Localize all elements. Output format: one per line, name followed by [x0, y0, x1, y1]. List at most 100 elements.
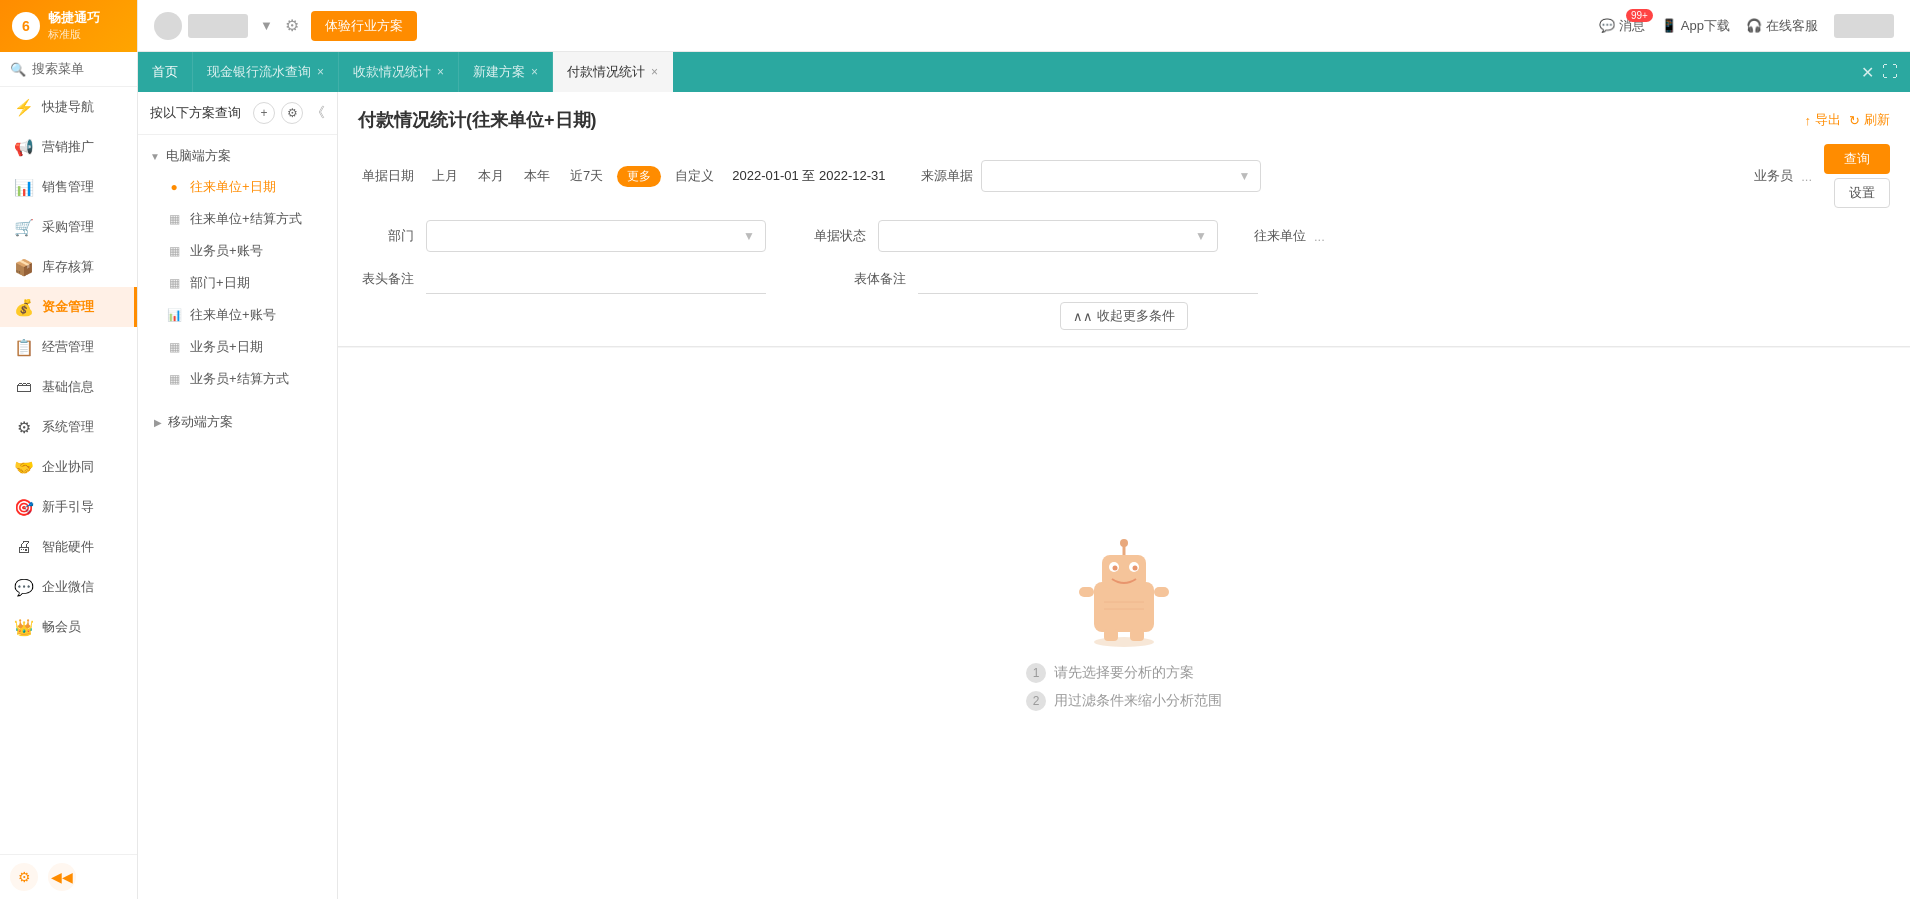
sidebar-item-cooperation[interactable]: 🤝 企业协同 — [0, 447, 137, 487]
salesperson-filter-group: 业务员 ... — [1737, 167, 1812, 185]
scheme-item-icon-table: ▦ — [166, 211, 182, 227]
svg-rect-12 — [1130, 629, 1144, 641]
export-btn[interactable]: ↑ 导出 — [1805, 111, 1842, 129]
topbar-dropdown-icon[interactable]: ▼ — [260, 18, 273, 33]
tab-new-scheme-close[interactable]: × — [531, 66, 538, 78]
source-select[interactable]: ▼ — [981, 160, 1261, 192]
scheme-item-partner-date[interactable]: ● 往来单位+日期 — [138, 171, 337, 203]
tab-cash-flow-close[interactable]: × — [317, 66, 324, 78]
sidebar-item-label: 企业微信 — [42, 578, 94, 596]
order-status-select[interactable]: ▼ — [878, 220, 1218, 252]
dept-select[interactable]: ▼ — [426, 220, 766, 252]
scheme-item-partner-account[interactable]: 📊 往来单位+账号 — [138, 299, 337, 331]
trial-btn[interactable]: 体验行业方案 — [311, 11, 417, 41]
date-opt-custom[interactable]: 自定义 — [669, 165, 720, 187]
sidebar-item-quick-nav[interactable]: ⚡ 快捷导航 — [0, 87, 137, 127]
export-icon: ↑ — [1805, 113, 1812, 128]
scheme-item-partner-settle[interactable]: ▦ 往来单位+结算方式 — [138, 203, 337, 235]
scheme-item-salesperson-date[interactable]: ▦ 业务员+日期 — [138, 331, 337, 363]
scheme-group-desktop-header[interactable]: ▼ 电脑端方案 — [138, 141, 337, 171]
scheme-add-btn[interactable]: + — [253, 102, 275, 124]
sidebar-item-label: 基础信息 — [42, 378, 94, 396]
date-opt-last-month[interactable]: 上月 — [426, 165, 464, 187]
partner-filter-group: 往来单位 ... — [1250, 227, 1890, 245]
topbar-settings-icon[interactable]: ⚙ — [285, 16, 299, 35]
tab-collection-stats[interactable]: 收款情况统计 × — [339, 52, 459, 92]
sidebar-item-operation[interactable]: 📋 经营管理 — [0, 327, 137, 367]
sidebar-item-basic-info[interactable]: 🗃 基础信息 — [0, 367, 137, 407]
sidebar-item-inventory[interactable]: 📦 库存核算 — [0, 247, 137, 287]
date-opt-this-year[interactable]: 本年 — [518, 165, 556, 187]
online-service-btn[interactable]: 🎧 在线客服 — [1746, 17, 1818, 35]
sidebar-item-label: 企业协同 — [42, 458, 94, 476]
sidebar-item-sales[interactable]: 📊 销售管理 — [0, 167, 137, 207]
tabbar-right-actions: ✕ ⛶ — [1861, 63, 1910, 82]
scheme-panel-actions: + ⚙ — [253, 102, 303, 124]
scheme-collapse-btn[interactable]: 《 — [311, 104, 325, 122]
tab-expand-btn[interactable]: ⛶ — [1882, 63, 1898, 81]
date-opt-more[interactable]: 更多 — [617, 166, 661, 187]
tab-home[interactable]: 首页 — [138, 52, 193, 92]
table-header-note-input[interactable] — [426, 264, 766, 294]
message-btn[interactable]: 💬 消息 99+ — [1599, 17, 1645, 35]
date-opt-last-7-days[interactable]: 近7天 — [564, 165, 609, 187]
collapse-more-btn[interactable]: ∧∧ 收起更多条件 — [1060, 302, 1188, 330]
topbar-actions: 💬 消息 99+ 📱 App下载 🎧 在线客服 — [1599, 14, 1894, 38]
sidebar-item-system[interactable]: ⚙ 系统管理 — [0, 407, 137, 447]
date-opt-this-month[interactable]: 本月 — [472, 165, 510, 187]
tab-close-all-btn[interactable]: ✕ — [1861, 63, 1874, 82]
user-account-btn[interactable] — [1834, 14, 1894, 38]
dept-select-arrow: ▼ — [743, 229, 755, 243]
settings-btn[interactable]: 设置 — [1834, 178, 1890, 208]
scheme-item-salesperson-settle[interactable]: ▦ 业务员+结算方式 — [138, 363, 337, 395]
collapse-row: ∧∧ 收起更多条件 — [358, 302, 1890, 330]
search-menu[interactable]: 🔍 搜索菜单 — [0, 52, 137, 87]
sidebar-item-capital[interactable]: 💰 资金管理 — [0, 287, 137, 327]
main-area: ▼ ⚙ 体验行业方案 💬 消息 99+ 📱 App下载 🎧 在线客服 — [138, 0, 1910, 899]
tip-num-1: 1 — [1026, 663, 1046, 683]
scheme-settings-btn[interactable]: ⚙ — [281, 102, 303, 124]
user-name-placeholder — [188, 14, 248, 38]
sidebar-item-wechat[interactable]: 💬 企业微信 — [0, 567, 137, 607]
scheme-item-dept-date[interactable]: ▦ 部门+日期 — [138, 267, 337, 299]
sidebar-item-member[interactable]: 👑 畅会员 — [0, 607, 137, 647]
empty-tip-2: 2 用过滤条件来缩小分析范围 — [1026, 691, 1222, 711]
refresh-btn[interactable]: ↻ 刷新 — [1849, 111, 1890, 129]
tab-new-scheme[interactable]: 新建方案 × — [459, 52, 553, 92]
search-menu-label: 搜索菜单 — [32, 60, 84, 78]
user-account-placeholder — [1834, 14, 1894, 38]
svg-rect-11 — [1104, 629, 1118, 641]
cooperation-icon: 🤝 — [14, 457, 34, 477]
tab-cash-flow[interactable]: 现金银行流水查询 × — [193, 52, 339, 92]
sidebar-item-label: 销售管理 — [42, 178, 94, 196]
sidebar-item-guide[interactable]: 🎯 新手引导 — [0, 487, 137, 527]
tab-payment-stats-label: 付款情况统计 — [567, 63, 645, 81]
sidebar-item-hardware[interactable]: 🖨 智能硬件 — [0, 527, 137, 567]
app-download-btn[interactable]: 📱 App下载 — [1661, 17, 1730, 35]
sidebar-item-marketing[interactable]: 📢 营销推广 — [0, 127, 137, 167]
salesperson-dots-btn[interactable]: ... — [1801, 169, 1812, 184]
content-area: 按以下方案查询 + ⚙ 《 ▼ 电脑端方案 ● 往来单位+日期 ▦ — [138, 92, 1910, 899]
scheme-group-mobile-header[interactable]: ▶ 移动端方案 — [138, 407, 337, 437]
collapse-up-icon: ∧∧ — [1073, 309, 1093, 324]
scheme-item-label: 部门+日期 — [190, 274, 250, 292]
sidebar-item-purchase[interactable]: 🛒 采购管理 — [0, 207, 137, 247]
page-title: 付款情况统计(往来单位+日期) — [358, 108, 597, 132]
scheme-item-label: 业务员+日期 — [190, 338, 263, 356]
tab-payment-stats-close[interactable]: × — [651, 66, 658, 78]
tab-collection-stats-close[interactable]: × — [437, 66, 444, 78]
scheme-group-arrow-down: ▼ — [150, 151, 160, 162]
partner-dots-btn[interactable]: ... — [1314, 229, 1325, 244]
sidebar-settings-btn[interactable]: ⚙ — [10, 863, 38, 891]
scheme-item-salesperson-account[interactable]: ▦ 业务员+账号 — [138, 235, 337, 267]
tab-payment-stats[interactable]: 付款情况统计 × — [553, 52, 673, 92]
query-btn[interactable]: 查询 — [1824, 144, 1890, 174]
tab-new-scheme-label: 新建方案 — [473, 63, 525, 81]
salesperson-label: 业务员 — [1737, 167, 1793, 185]
topbar: ▼ ⚙ 体验行业方案 💬 消息 99+ 📱 App下载 🎧 在线客服 — [138, 0, 1910, 52]
table-body-note-input[interactable] — [918, 264, 1258, 294]
online-service-label: 在线客服 — [1766, 17, 1818, 35]
sidebar-collapse-btn[interactable]: ◀◀ — [48, 863, 76, 891]
filter-row-3: 表头备注 表体备注 — [358, 264, 1890, 294]
app-edition: 标准版 — [48, 27, 100, 42]
